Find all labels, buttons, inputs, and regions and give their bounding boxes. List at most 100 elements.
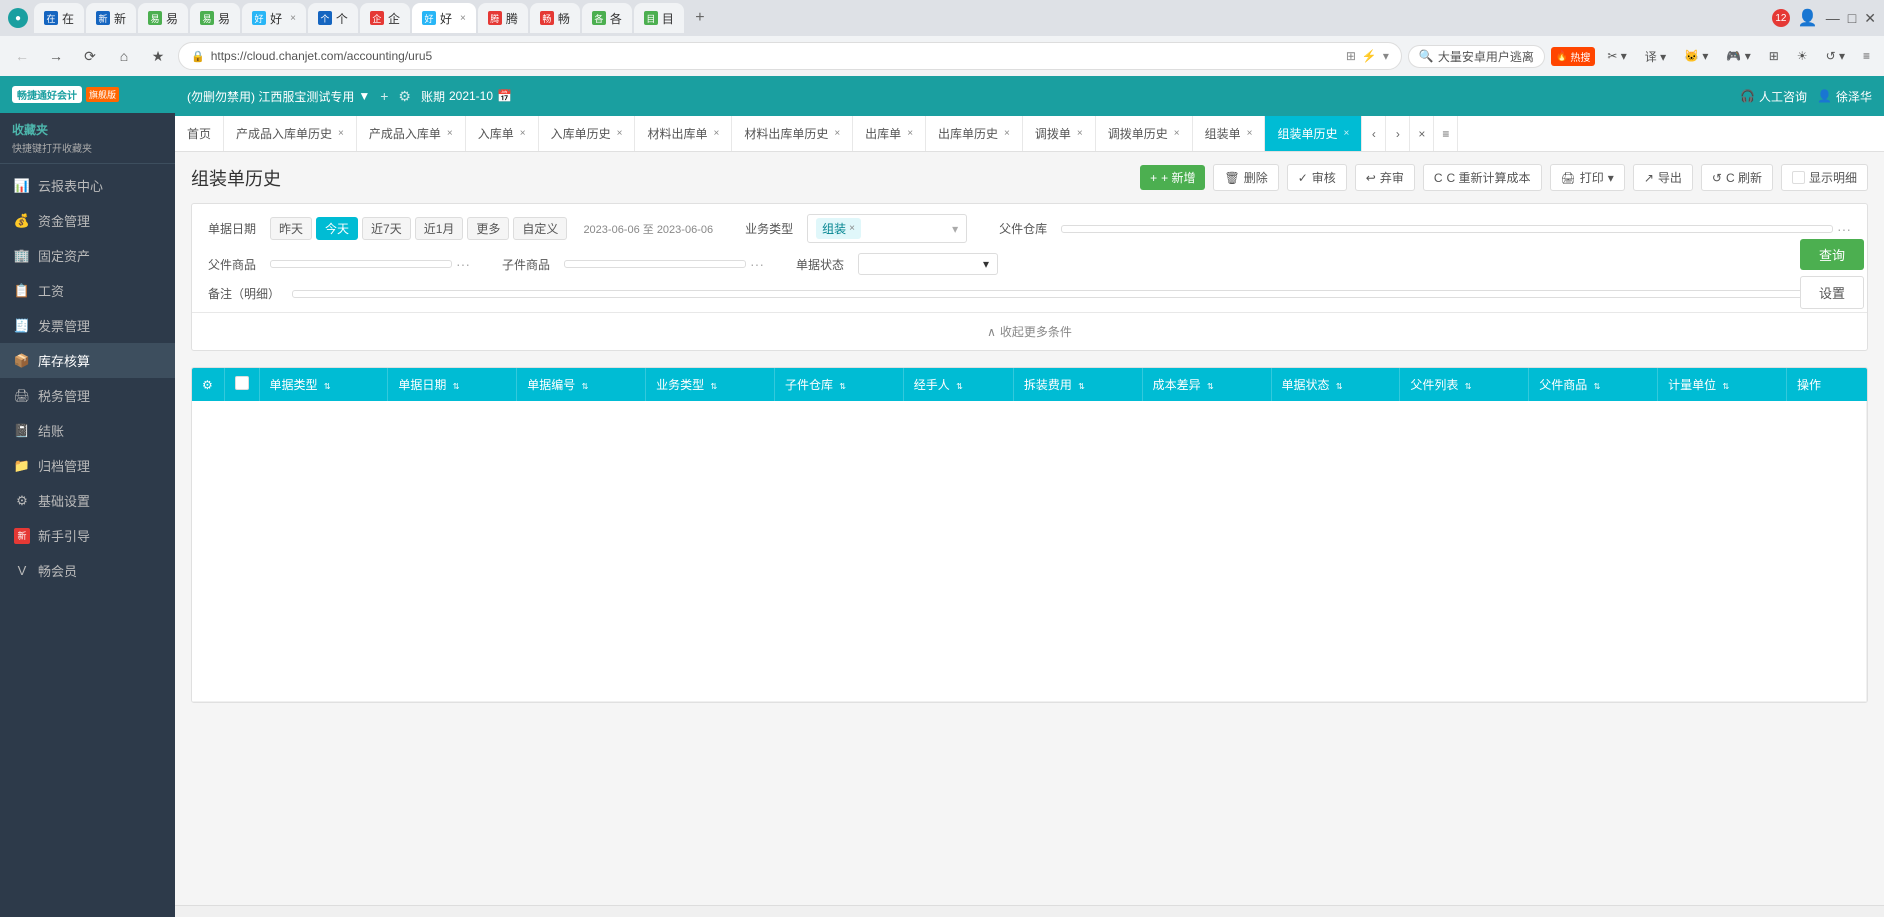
th-handler[interactable]: 经手人 ⇅	[903, 368, 1013, 401]
toolbar-cut[interactable]: ✂ ▾	[1601, 47, 1632, 65]
tab-qi[interactable]: 企 企	[360, 3, 410, 33]
new-tab-button[interactable]: +	[686, 4, 714, 32]
window-maximize[interactable]: □	[1848, 10, 1856, 26]
th-cost-diff[interactable]: 成本差异 ⇅	[1142, 368, 1271, 401]
address-grid-icon[interactable]: ⊞	[1346, 49, 1356, 63]
date-btn-yesterday[interactable]: 昨天	[270, 217, 312, 240]
abandon-btn[interactable]: ↩ 弃审	[1355, 164, 1415, 191]
tab-ge[interactable]: 个 个	[308, 3, 358, 33]
page-tab-in[interactable]: 入库单 ×	[466, 116, 539, 152]
page-tab-product-in-history-close[interactable]: ×	[338, 128, 344, 139]
add-company-btn[interactable]: +	[380, 88, 388, 104]
page-tab-home[interactable]: 首页	[175, 116, 224, 152]
sidebar-item-basic-settings[interactable]: ⚙ 基础设置	[0, 483, 175, 518]
toolbar-translate[interactable]: 译 ▾	[1639, 46, 1672, 67]
tab-more-menu[interactable]: ≡	[1434, 116, 1458, 152]
sidebar-item-vip[interactable]: V 畅会员	[0, 553, 175, 588]
business-type-tag-remove[interactable]: ×	[849, 223, 855, 234]
select-all-checkbox[interactable]	[235, 376, 249, 390]
show-detail-toggle[interactable]: 显示明细	[1781, 164, 1868, 191]
page-tab-out-close[interactable]: ×	[907, 128, 913, 139]
page-tab-product-in-close[interactable]: ×	[447, 128, 453, 139]
sidebar-item-settlement[interactable]: 📓 结账	[0, 413, 175, 448]
address-bolt-icon[interactable]: ⚡	[1362, 49, 1377, 63]
sidebar-item-fixed-asset[interactable]: 🏢 固定资产	[0, 238, 175, 273]
period-selector[interactable]: 账期 2021-10 📅	[421, 88, 512, 105]
tab-zai[interactable]: 在 在	[34, 3, 84, 33]
query-btn[interactable]: 查询	[1800, 239, 1864, 270]
child-goods-more[interactable]: ···	[750, 256, 764, 272]
horizontal-scrollbar[interactable]	[175, 905, 1884, 917]
refresh-btn[interactable]: ↺ C 刷新	[1701, 164, 1773, 191]
toolbar-cat[interactable]: 🐱 ▾	[1678, 47, 1714, 65]
tab-yi2[interactable]: 易 易	[190, 3, 240, 33]
tab-teng[interactable]: 腾 腾	[478, 3, 528, 33]
page-tab-in-history-close[interactable]: ×	[617, 128, 623, 139]
tab-chang[interactable]: 畅 畅	[530, 3, 580, 33]
topbar-settings-btn[interactable]: ⚙	[398, 88, 411, 105]
tab-yi1[interactable]: 易 易	[138, 3, 188, 33]
toolbar-undo[interactable]: ↺ ▾	[1820, 47, 1851, 65]
date-btn-7days[interactable]: 近7天	[362, 217, 411, 240]
sidebar-item-salary[interactable]: 📋 工资	[0, 273, 175, 308]
th-disassembly-fee[interactable]: 拆装费用 ⇅	[1013, 368, 1142, 401]
company-selector[interactable]: (勿删勿禁用) 江西服宝测试专用 ▼	[187, 88, 370, 105]
export-btn[interactable]: ↗ 导出	[1633, 164, 1693, 191]
th-bill-date[interactable]: 单据日期 ⇅	[388, 368, 517, 401]
tab-mu[interactable]: 目 目	[634, 3, 684, 33]
bill-status-select[interactable]: ▾	[858, 253, 998, 275]
sidebar-item-tax[interactable]: 🖨 税务管理	[0, 378, 175, 413]
page-tab-material-out-history-close[interactable]: ×	[834, 128, 840, 139]
parent-warehouse-input[interactable]	[1061, 225, 1833, 233]
tab-xin[interactable]: 新 新	[86, 3, 136, 33]
toolbar-sun[interactable]: ☀	[1791, 47, 1814, 65]
print-btn[interactable]: 🖨 打印 ▾	[1550, 164, 1625, 191]
page-tab-transfer-close[interactable]: ×	[1077, 128, 1083, 139]
window-profile[interactable]: 👤	[1798, 8, 1818, 28]
page-tab-product-in[interactable]: 产成品入库单 ×	[357, 116, 466, 152]
page-tab-assembly-close[interactable]: ×	[1247, 128, 1253, 139]
date-btn-1month[interactable]: 近1月	[415, 217, 464, 240]
search-bar[interactable]: 🔍 大量安卓用户逃离	[1408, 45, 1545, 68]
child-goods-input[interactable]	[564, 260, 746, 268]
page-tab-in-close[interactable]: ×	[520, 128, 526, 139]
parent-warehouse-more[interactable]: ···	[1837, 221, 1851, 237]
sidebar-item-invoice[interactable]: 🧾 发票管理	[0, 308, 175, 343]
user-profile[interactable]: 👤 徐泽华	[1817, 88, 1872, 105]
sidebar-item-archive[interactable]: 📁 归档管理	[0, 448, 175, 483]
toolbar-menu[interactable]: ≡	[1857, 47, 1876, 65]
page-tab-out-history[interactable]: 出库单历史 ×	[926, 116, 1023, 152]
tab-nav-next[interactable]: ›	[1386, 116, 1410, 152]
page-tab-transfer[interactable]: 调拨单 ×	[1023, 116, 1096, 152]
table-settings-icon[interactable]: ⚙	[202, 378, 213, 392]
page-tab-assembly-history[interactable]: 组装单历史 ×	[1265, 116, 1362, 152]
date-btn-custom[interactable]: 自定义	[513, 217, 567, 240]
sidebar-item-guide[interactable]: 新 新手引导	[0, 518, 175, 553]
nav-refresh[interactable]: ⟳	[76, 42, 104, 70]
tab-hao2[interactable]: 好 好 ×	[412, 3, 476, 33]
recalculate-btn[interactable]: C C 重新计算成本	[1423, 164, 1542, 191]
page-tab-material-out-history[interactable]: 材料出库单历史 ×	[732, 116, 853, 152]
date-btn-today[interactable]: 今天	[316, 217, 358, 240]
th-child-warehouse[interactable]: 子件仓库 ⇅	[774, 368, 903, 401]
page-tab-assembly-history-close[interactable]: ×	[1343, 128, 1349, 139]
page-tab-product-in-history[interactable]: 产成品入库单历史 ×	[224, 116, 357, 152]
parent-goods-input[interactable]	[270, 260, 452, 268]
nav-back[interactable]: ←	[8, 42, 36, 70]
page-tab-out[interactable]: 出库单 ×	[853, 116, 926, 152]
delete-btn[interactable]: 🗑 删除	[1213, 164, 1278, 191]
page-tab-assembly[interactable]: 组装单 ×	[1193, 116, 1266, 152]
th-bill-status[interactable]: 单据状态 ⇅	[1271, 368, 1400, 401]
page-tab-out-history-close[interactable]: ×	[1004, 128, 1010, 139]
th-unit[interactable]: 计量单位 ⇅	[1658, 368, 1787, 401]
page-tab-in-history[interactable]: 入库单历史 ×	[539, 116, 636, 152]
business-type-input[interactable]: 组装 × ▾	[807, 214, 967, 243]
nav-home[interactable]: ⌂	[110, 42, 138, 70]
tab-close-all[interactable]: ×	[1410, 116, 1434, 152]
window-minimize[interactable]: —	[1826, 10, 1840, 26]
th-parent-goods[interactable]: 父件商品 ⇅	[1529, 368, 1658, 401]
remark-input[interactable]	[292, 290, 1851, 298]
collapse-btn[interactable]: ∧ 收起更多条件	[979, 319, 1080, 344]
page-tab-material-out-close[interactable]: ×	[713, 128, 719, 139]
support-btn[interactable]: 🎧 人工咨询	[1740, 88, 1807, 105]
